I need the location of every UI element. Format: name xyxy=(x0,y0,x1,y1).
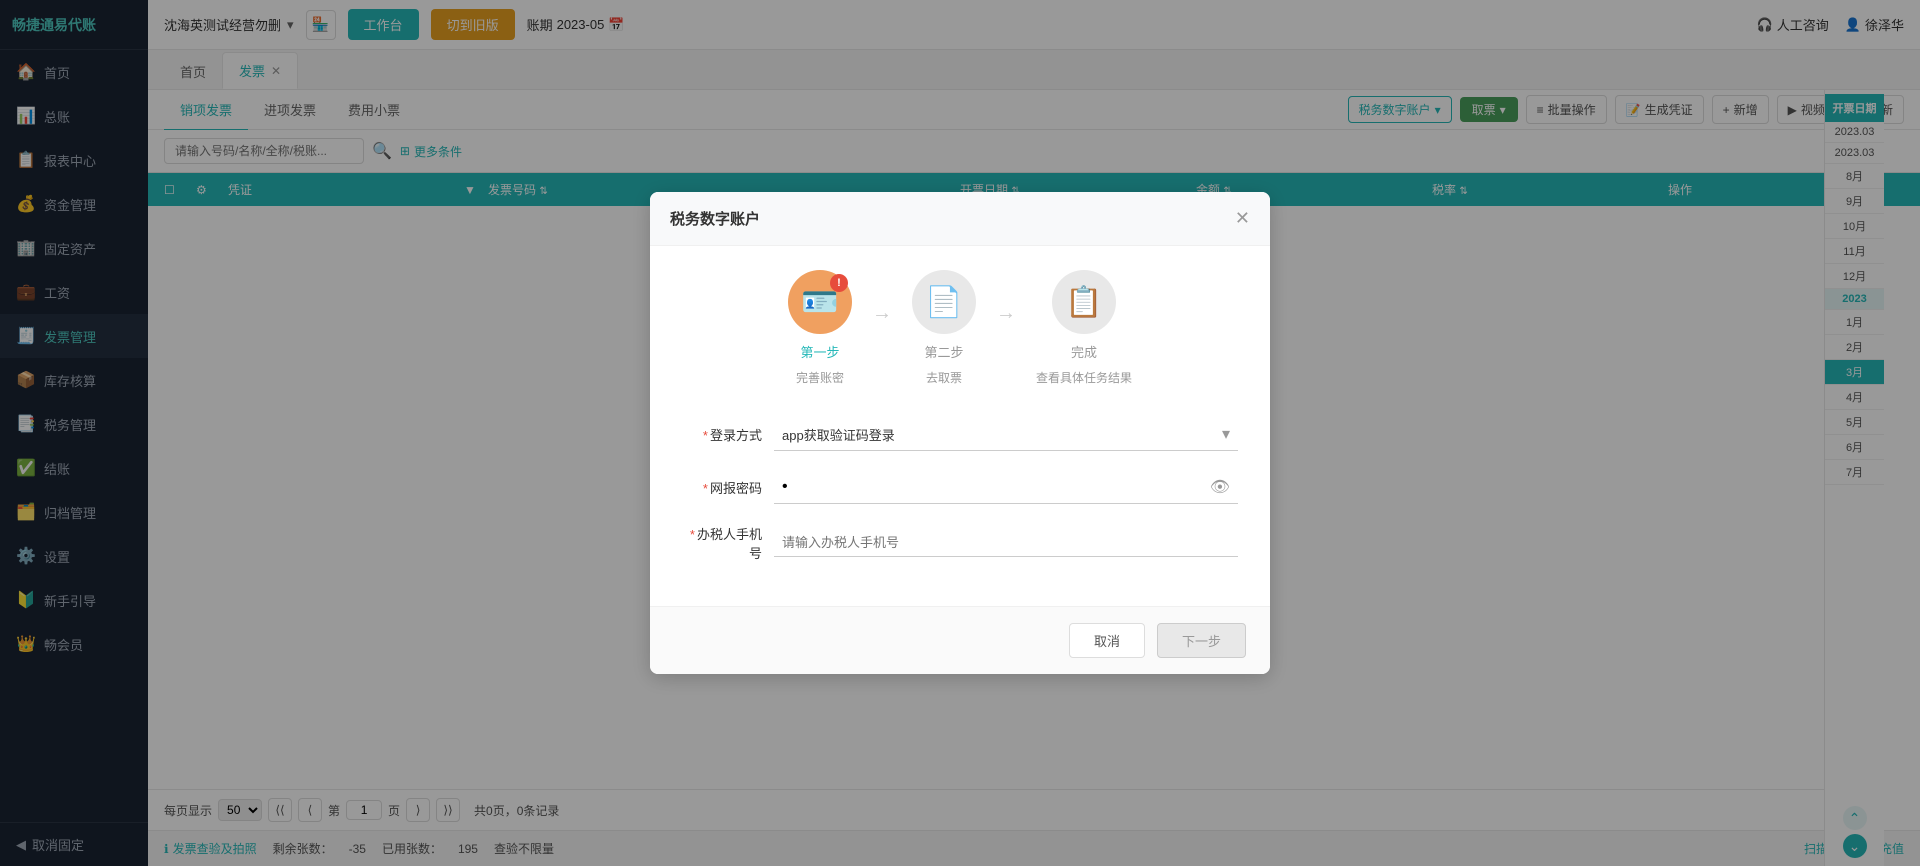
select-chevron-icon: ▾ xyxy=(1222,424,1230,444)
step-1: 🪪 ! 第一步 完善账密 xyxy=(788,270,852,386)
net-password-input-wrapper: 👁 xyxy=(774,471,1238,504)
step-3-label: 完成 xyxy=(1071,342,1097,361)
step-3: 📋 完成 查看具体任务结果 xyxy=(1036,270,1132,386)
step-1-icon: 🪪 ! xyxy=(788,270,852,334)
taxpayer-phone-label: 办税人手机号 xyxy=(682,524,762,562)
taxpayer-phone-input-wrapper xyxy=(774,529,1238,557)
clipboard-icon: 📋 xyxy=(1065,285,1102,320)
step-3-icon: 📋 xyxy=(1052,270,1116,334)
net-password-label: 网报密码 xyxy=(682,478,762,497)
tax-digital-modal: 税务数字账户 ✕ 🪪 ! 第一步 完善账密 → xyxy=(650,192,1270,674)
login-method-value: app获取验证码登录 xyxy=(782,425,895,444)
step-1-desc: 完善账密 xyxy=(796,369,844,386)
cancel-button[interactable]: 取消 xyxy=(1069,623,1145,658)
step-arrow-1: → xyxy=(852,302,912,325)
step-arrow-2: → xyxy=(976,302,1036,325)
taxpayer-phone-field: 办税人手机号 xyxy=(682,524,1238,562)
eye-toggle-icon[interactable]: 👁 xyxy=(1210,477,1230,497)
step-2-icon: 📄 xyxy=(912,270,976,334)
login-method-label: 登录方式 xyxy=(682,425,762,444)
step-3-desc: 查看具体任务结果 xyxy=(1036,369,1132,386)
step-2: 📄 第二步 去取票 xyxy=(912,270,976,386)
document-icon: 📄 xyxy=(925,285,962,320)
modal-close-button[interactable]: ✕ xyxy=(1235,208,1250,229)
step-2-label: 第二步 xyxy=(924,342,963,361)
modal-footer: 取消 下一步 xyxy=(650,606,1270,674)
login-method-select[interactable]: app获取验证码登录 ▾ xyxy=(774,418,1238,451)
modal-title: 税务数字账户 xyxy=(670,208,760,229)
modal-body: 🪪 ! 第一步 完善账密 → 📄 第二步 去取票 xyxy=(650,246,1270,606)
steps-indicator: 🪪 ! 第一步 完善账密 → 📄 第二步 去取票 xyxy=(682,270,1238,386)
net-password-field: 网报密码 👁 xyxy=(682,471,1238,504)
net-password-input[interactable] xyxy=(782,478,1210,496)
modal-overlay[interactable]: 税务数字账户 ✕ 🪪 ! 第一步 完善账密 → xyxy=(0,0,1920,866)
step-1-badge: ! xyxy=(830,274,848,292)
arrow-right-icon-2: → xyxy=(996,302,1016,325)
step-1-label: 第一步 xyxy=(800,342,839,361)
step-2-desc: 去取票 xyxy=(926,369,962,386)
modal-header: 税务数字账户 ✕ xyxy=(650,192,1270,246)
arrow-right-icon: → xyxy=(872,302,892,325)
login-method-field: 登录方式 app获取验证码登录 ▾ xyxy=(682,418,1238,451)
next-step-button[interactable]: 下一步 xyxy=(1157,623,1246,658)
taxpayer-phone-input[interactable] xyxy=(782,535,1230,550)
